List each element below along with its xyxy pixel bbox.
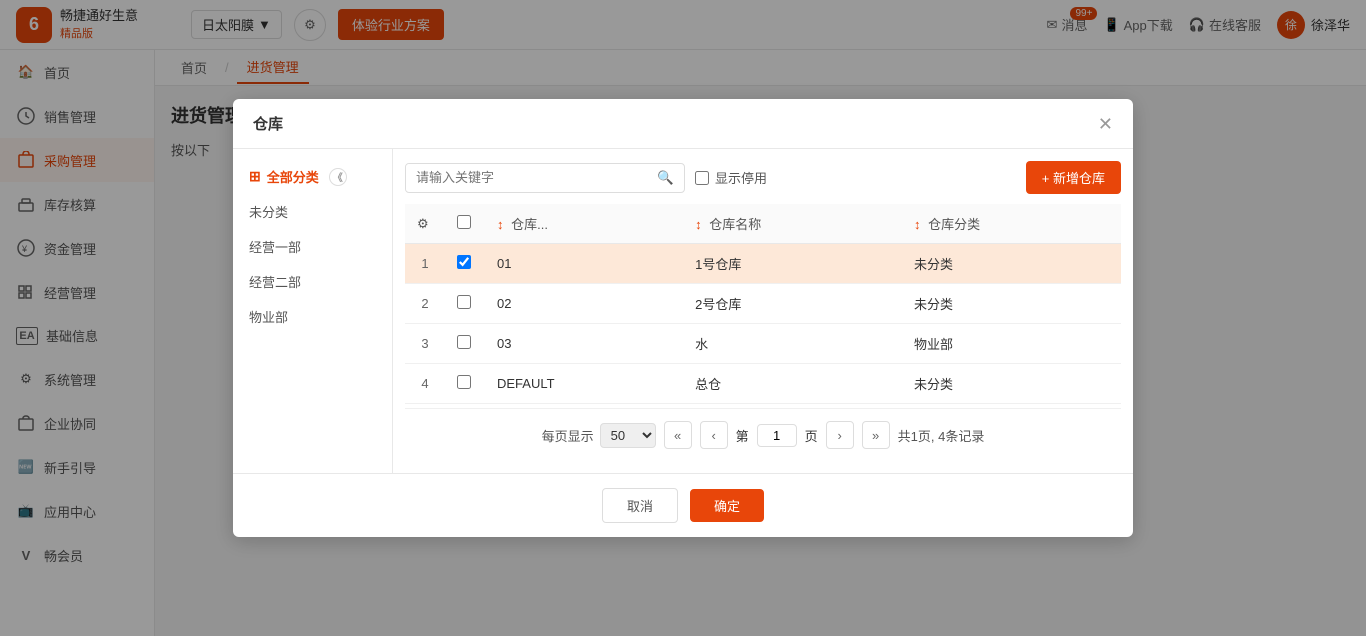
page-size-area: 每页显示 50 20 100 [542, 423, 656, 448]
page-label: 第 [736, 426, 749, 445]
total-info: 共1页, 4条记录 [898, 426, 985, 445]
first-page-icon: « [674, 428, 681, 443]
prev-page-button[interactable]: ‹ [700, 421, 728, 449]
row-code: 01 [485, 244, 683, 284]
table-row[interactable]: 3 03 水 物业部 [405, 324, 1121, 364]
prev-page-icon: ‹ [711, 428, 715, 443]
row-num: 2 [405, 284, 445, 324]
row-category: 未分类 [902, 364, 1121, 404]
row-name: 水 [683, 324, 902, 364]
collapse-button[interactable]: 《 [329, 168, 347, 186]
row-category: 物业部 [902, 324, 1121, 364]
all-categories-label: 全部分类 [267, 167, 319, 186]
modal-footer: 取消 确定 [233, 473, 1133, 537]
sidebar-category-ops2[interactable]: 经营二部 [233, 264, 392, 299]
search-icon: 🔍 [657, 170, 674, 185]
row-num: 4 [405, 364, 445, 404]
modal-header: 仓库 ✕ [233, 99, 1133, 149]
sidebar-all-categories[interactable]: ⊞ 全部分类 《 [233, 159, 392, 194]
search-box: 🔍 [405, 163, 685, 193]
modal-close-button[interactable]: ✕ [1098, 115, 1113, 133]
page-unit: 页 [805, 426, 818, 445]
table-row[interactable]: 1 01 1号仓库 未分类 [405, 244, 1121, 284]
row-code: DEFAULT [485, 364, 683, 404]
row-num: 3 [405, 324, 445, 364]
row-checkbox-cell [445, 244, 485, 284]
row-name: 2号仓库 [683, 284, 902, 324]
sort-icon-category: ↕ [914, 217, 921, 232]
grid-icon: ⊞ [249, 168, 261, 185]
settings-icon: ⚙ [417, 216, 429, 231]
confirm-button[interactable]: 确定 [690, 489, 764, 522]
sidebar-category-unclassified[interactable]: 未分类 [233, 194, 392, 229]
row-checkbox[interactable] [457, 335, 471, 349]
next-page-button[interactable]: › [826, 421, 854, 449]
modal-toolbar: 🔍 显示停用 + 新增仓库 [405, 161, 1121, 194]
row-checkbox[interactable] [457, 295, 471, 309]
row-checkbox[interactable] [457, 375, 471, 389]
row-name: 1号仓库 [683, 244, 902, 284]
row-checkbox-cell [445, 364, 485, 404]
col-settings: ⚙ [405, 204, 445, 244]
search-input[interactable] [406, 164, 647, 191]
sort-icon-name: ↕ [695, 217, 702, 232]
row-checkbox-cell [445, 284, 485, 324]
first-page-button[interactable]: « [664, 421, 692, 449]
per-page-label: 每页显示 [542, 426, 594, 445]
col-checkbox [445, 204, 485, 244]
table-row[interactable]: 2 02 2号仓库 未分类 [405, 284, 1121, 324]
last-page-button[interactable]: » [862, 421, 890, 449]
next-page-icon: › [838, 428, 842, 443]
page-number-input[interactable] [757, 424, 797, 447]
row-code: 03 [485, 324, 683, 364]
row-checkbox[interactable] [457, 255, 471, 269]
page-size-select[interactable]: 50 20 100 [600, 423, 656, 448]
sidebar-category-ops1[interactable]: 经营一部 [233, 229, 392, 264]
table-header-row: ⚙ ↕ 仓库... ↕ [405, 204, 1121, 244]
table-row[interactable]: 4 DEFAULT 总仓 未分类 [405, 364, 1121, 404]
modal-sidebar: ⊞ 全部分类 《 未分类 经营一部 经营二部 物业部 [233, 149, 393, 473]
sidebar-category-property[interactable]: 物业部 [233, 299, 392, 334]
warehouse-table: ⚙ ↕ 仓库... ↕ [405, 204, 1121, 404]
select-all-checkbox[interactable] [457, 215, 471, 229]
row-name: 总仓 [683, 364, 902, 404]
col-code: ↕ 仓库... [485, 204, 683, 244]
pagination: 每页显示 50 20 100 « ‹ 第 页 [405, 408, 1121, 461]
row-category: 未分类 [902, 284, 1121, 324]
show-disabled-checkbox[interactable] [695, 171, 709, 185]
show-disabled-text: 显示停用 [715, 168, 767, 187]
row-checkbox-cell [445, 324, 485, 364]
sort-icon-code: ↕ [497, 217, 504, 232]
col-name: ↕ 仓库名称 [683, 204, 902, 244]
modal-body: ⊞ 全部分类 《 未分类 经营一部 经营二部 物业部 [233, 149, 1133, 473]
row-code: 02 [485, 284, 683, 324]
warehouse-modal: 仓库 ✕ ⊞ 全部分类 《 未分类 经营一部 经营二部 [233, 99, 1133, 537]
search-button[interactable]: 🔍 [647, 164, 684, 192]
row-category: 未分类 [902, 244, 1121, 284]
show-disabled-label: 显示停用 [695, 168, 767, 187]
modal-title: 仓库 [253, 113, 283, 134]
row-num: 1 [405, 244, 445, 284]
cancel-button[interactable]: 取消 [602, 488, 678, 523]
last-page-icon: » [872, 428, 879, 443]
modal-main-panel: 🔍 显示停用 + 新增仓库 ⚙ [393, 149, 1133, 473]
modal-overlay: 仓库 ✕ ⊞ 全部分类 《 未分类 经营一部 经营二部 [0, 0, 1366, 636]
add-warehouse-button[interactable]: + 新增仓库 [1026, 161, 1121, 194]
col-category: ↕ 仓库分类 [902, 204, 1121, 244]
